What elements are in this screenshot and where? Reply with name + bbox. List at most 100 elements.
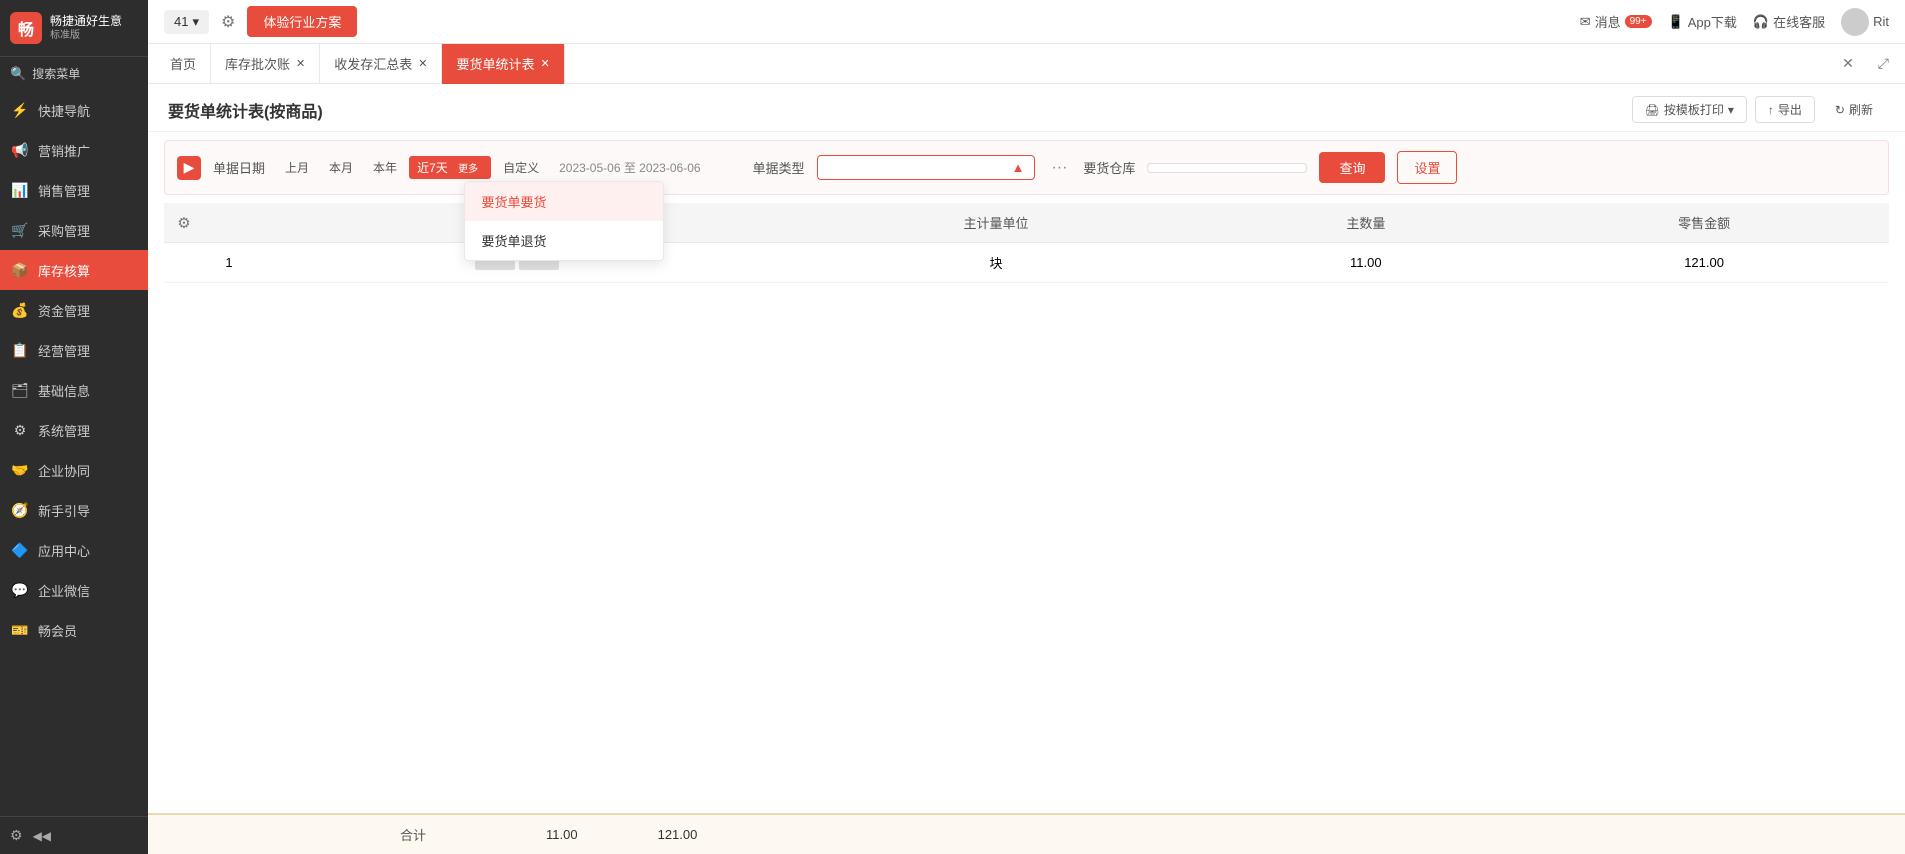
app-label: App下载	[1688, 12, 1737, 31]
sidebar-item-kucun[interactable]: 📦 库存核算	[0, 250, 148, 290]
kuaijie-label: 快捷导航	[38, 101, 138, 120]
user-name: Rit	[1873, 14, 1889, 29]
sidebar-item-xitong[interactable]: ⚙ 系统管理	[0, 410, 148, 450]
sidebar-item-caigou[interactable]: 🛒 采购管理	[0, 210, 148, 250]
tab-order-stats-label: 要货单统计表	[456, 54, 534, 73]
kucun-icon: 📦	[10, 260, 30, 280]
jingying-icon: 📋	[10, 340, 30, 360]
print-label: 按模板打印	[1664, 101, 1724, 118]
type-select-box[interactable]: ▲ 要货单要货 要货单退货	[817, 155, 1036, 180]
sidebar-item-weixin[interactable]: 💬 企业微信	[0, 570, 148, 610]
settings-icon[interactable]: ⚙	[10, 827, 23, 844]
sidebar-item-jichu[interactable]: 🗂 基础信息	[0, 370, 148, 410]
tab-order-stats[interactable]: 要货单统计表 ✕	[442, 44, 564, 84]
collapse-icon[interactable]: ◀◀	[33, 829, 51, 843]
sidebar-logo: 畅 畅捷通好生意 标准版	[0, 0, 148, 57]
col-gear[interactable]: ⚙	[164, 203, 204, 243]
dropdown-item-goods[interactable]: 要货单要货	[465, 182, 663, 221]
footer-amount: 121.00	[658, 827, 698, 842]
sidebar-item-qiye[interactable]: 🤝 企业协同	[0, 450, 148, 490]
message-btn[interactable]: ✉ 消息 99+	[1580, 12, 1652, 31]
date-btn-this-year[interactable]: 本年	[365, 156, 405, 179]
column-settings-icon[interactable]: ⚙	[177, 215, 190, 232]
settings-button[interactable]: 设置	[1397, 151, 1457, 184]
chevron-down-icon: ▾	[192, 14, 199, 30]
data-table: ⚙ 商品 主计量单位 主数量 零售金额 1	[164, 203, 1889, 283]
sidebar-item-xinshou[interactable]: 🧭 新手引导	[0, 490, 148, 530]
sidebar-item-huiyuan[interactable]: 🎫 畅会员	[0, 610, 148, 650]
tab-home[interactable]: 首页	[156, 44, 211, 84]
filter-date-label: 单据日期	[213, 158, 265, 177]
row-num-cell: 1	[204, 243, 254, 283]
more-filters-button[interactable]: ···	[1047, 159, 1071, 177]
sidebar-item-yingyong[interactable]: 🔷 应用中心	[0, 530, 148, 570]
tab-kucun-batch-close[interactable]: ✕	[296, 57, 305, 70]
sidebar-item-kuaijie[interactable]: ⚡ 快捷导航	[0, 90, 148, 130]
print-button[interactable]: 🖨 按模板打印 ▾	[1632, 96, 1747, 123]
warehouse-select[interactable]	[1147, 163, 1307, 173]
yingxiao-icon: 📢	[10, 140, 30, 160]
row-gear-cell	[164, 243, 204, 283]
type-select-input[interactable]	[828, 160, 1008, 175]
more-badge[interactable]: 更多	[453, 163, 483, 176]
refresh-icon: ↻	[1835, 103, 1845, 117]
refresh-label: 刷新	[1849, 101, 1873, 118]
sidebar-item-yingxiao[interactable]: 📢 营销推广	[0, 130, 148, 170]
tab-receipt-summary-close[interactable]: ✕	[418, 57, 427, 70]
topbar-left: 41 ▾ ⚙ 体验行业方案	[164, 6, 357, 37]
sidebar-search[interactable]: 🔍 搜索菜单	[0, 57, 148, 90]
chevron-down-print-icon: ▾	[1728, 103, 1734, 117]
huiyuan-icon: 🎫	[10, 620, 30, 640]
huiyuan-label: 畅会员	[38, 621, 138, 640]
online-service-btn[interactable]: 🎧 在线客服	[1753, 12, 1825, 31]
tab-close-all-btn[interactable]: ✕	[1834, 51, 1862, 76]
caigou-icon: 🛒	[10, 220, 30, 240]
sidebar-item-xiaoshou[interactable]: 📊 销售管理	[0, 170, 148, 210]
sidebar: 畅 畅捷通好生意 标准版 🔍 搜索菜单 ⚡ 快捷导航 📢 营销推广 📊 销售管理…	[0, 0, 148, 854]
date-buttons: 上月 本月 本年 近7天 更多 自定义	[277, 156, 547, 179]
query-button[interactable]: 查询	[1319, 152, 1385, 183]
row-unit-cell: 块	[779, 243, 1212, 283]
user-avatar-btn[interactable]: Rit	[1841, 8, 1889, 36]
date-btn-custom[interactable]: 自定义	[495, 156, 547, 179]
tab-home-label: 首页	[170, 54, 196, 73]
yingxiao-label: 营销推广	[38, 141, 138, 160]
tab-kucun-batch[interactable]: 库存批次账 ✕	[211, 44, 320, 84]
col-num-header	[204, 203, 254, 243]
xitong-label: 系统管理	[38, 421, 138, 440]
tab-expand-btn[interactable]: ⤢	[1870, 51, 1897, 76]
xiaoshou-label: 销售管理	[38, 181, 138, 200]
search-icon: 🔍	[10, 66, 26, 82]
sidebar-item-jingying[interactable]: 📋 经营管理	[0, 330, 148, 370]
footer-label: 合计	[400, 825, 426, 844]
jichu-label: 基础信息	[38, 381, 138, 400]
filter-bar: ▶ 单据日期 上月 本月 本年 近7天 更多 自定义 2023-05-06 至 …	[164, 140, 1889, 195]
qiye-icon: 🤝	[10, 460, 30, 480]
tab-receipt-summary[interactable]: 收发存汇总表 ✕	[320, 44, 442, 84]
headset-icon: 🎧	[1753, 14, 1769, 30]
filter-toggle-button[interactable]: ▶	[177, 156, 201, 180]
export-button[interactable]: ↑ 导出	[1755, 96, 1815, 123]
date-7days-label: 近7天	[417, 161, 448, 175]
message-badge: 99+	[1625, 15, 1652, 28]
topbar-right: ✉ 消息 99+ 📱 App下载 🎧 在线客服 Rit	[1580, 8, 1889, 36]
settings-gear-icon[interactable]: ⚙	[221, 12, 235, 32]
topbar: 41 ▾ ⚙ 体验行业方案 ✉ 消息 99+ 📱 App下载 🎧 在线客服 R	[148, 0, 1905, 44]
kucun-label: 库存核算	[38, 261, 138, 280]
weixin-icon: 💬	[10, 580, 30, 600]
filter-type-label: 单据类型	[753, 158, 805, 177]
col-unit-header: 主计量单位	[779, 203, 1212, 243]
row-quantity-cell: 11.00	[1213, 243, 1520, 283]
trial-button[interactable]: 体验行业方案	[247, 6, 357, 37]
date-btn-7days[interactable]: 近7天 更多	[409, 156, 491, 179]
refresh-button[interactable]: ↻ 刷新	[1823, 97, 1885, 122]
tab-order-stats-close[interactable]: ✕	[541, 57, 550, 70]
date-btn-this-month[interactable]: 本月	[321, 156, 361, 179]
dropdown-item-return[interactable]: 要货单退货	[465, 221, 663, 260]
company-selector[interactable]: 41 ▾	[164, 10, 209, 34]
print-icon: 🖨	[1645, 103, 1660, 117]
app-download-btn[interactable]: 📱 App下载	[1668, 12, 1737, 31]
sidebar-item-zijin[interactable]: 💰 资金管理	[0, 290, 148, 330]
yingyong-icon: 🔷	[10, 540, 30, 560]
date-btn-last-month[interactable]: 上月	[277, 156, 317, 179]
